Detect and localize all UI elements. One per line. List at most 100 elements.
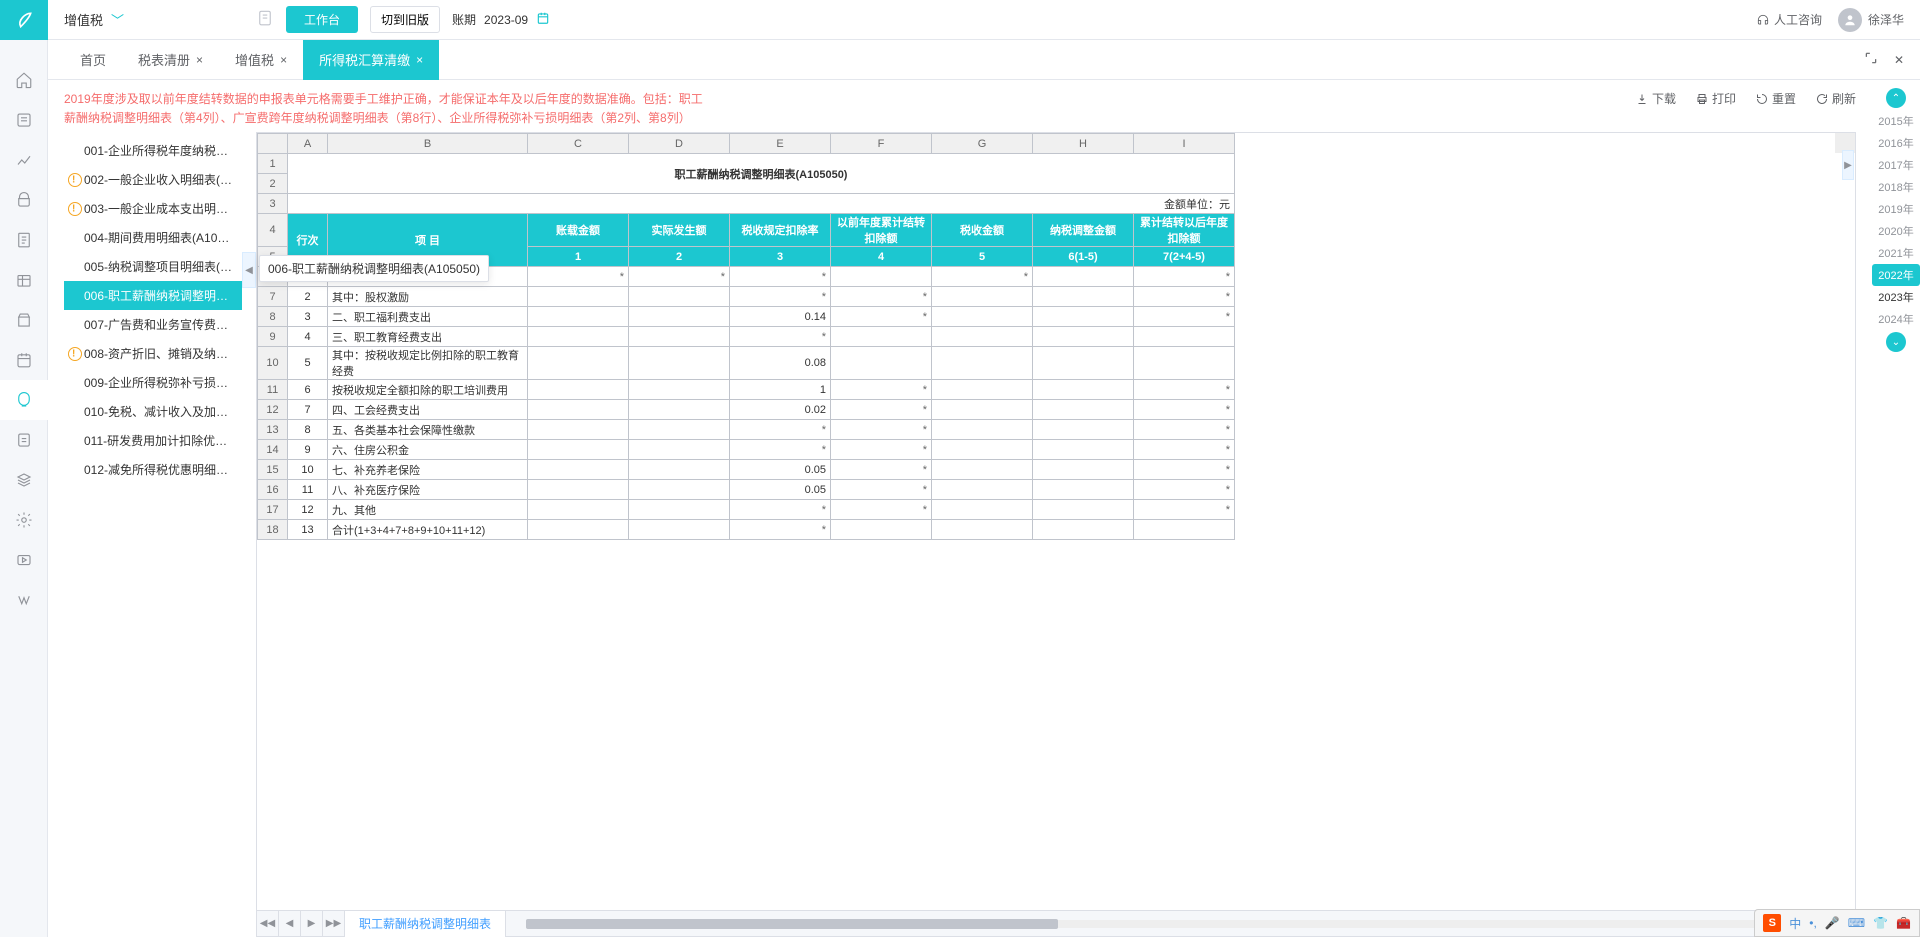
cell-item[interactable]: 七、补充养老保险 — [328, 460, 528, 480]
cell[interactable] — [528, 307, 629, 327]
cell-rowno[interactable]: 13 — [288, 520, 328, 540]
cell[interactable]: * — [831, 380, 932, 400]
row-header[interactable]: 3 — [258, 194, 288, 214]
form-list-item[interactable]: 008-资产折旧、摊销及纳税... — [64, 339, 242, 368]
cell[interactable] — [528, 380, 629, 400]
cell[interactable] — [1033, 267, 1134, 287]
year-down-button[interactable]: ⌄ — [1886, 332, 1906, 352]
cell[interactable] — [629, 460, 730, 480]
cell[interactable] — [1033, 307, 1134, 327]
cell[interactable] — [629, 380, 730, 400]
form-list-item[interactable]: 011-研发费用加计扣除优惠... — [64, 426, 242, 455]
cell[interactable] — [1033, 400, 1134, 420]
close-icon[interactable]: × — [280, 53, 287, 67]
cell[interactable]: * — [730, 420, 831, 440]
year-item[interactable]: 2017年 — [1872, 154, 1919, 176]
form-list-item[interactable]: 004-期间费用明细表(A1040... — [64, 223, 242, 252]
row-header[interactable]: 8 — [258, 307, 288, 327]
cell[interactable]: * — [1134, 480, 1235, 500]
cell[interactable] — [528, 500, 629, 520]
switch-old-button[interactable]: 切到旧版 — [370, 6, 440, 33]
cell[interactable] — [629, 347, 730, 380]
row-header[interactable]: 10 — [258, 347, 288, 380]
cell[interactable] — [629, 520, 730, 540]
cell-item[interactable]: 九、其他 — [328, 500, 528, 520]
cell[interactable] — [629, 307, 730, 327]
cell[interactable]: * — [730, 500, 831, 520]
ime-lang[interactable]: 中 — [1789, 915, 1801, 932]
cell-rowno[interactable]: 8 — [288, 420, 328, 440]
sheet-nav-last-icon[interactable]: ▶▶ — [323, 911, 345, 937]
cell[interactable] — [932, 500, 1033, 520]
cell[interactable] — [932, 460, 1033, 480]
cell[interactable]: * — [730, 520, 831, 540]
cell[interactable]: * — [730, 267, 831, 287]
cell-rowno[interactable]: 12 — [288, 500, 328, 520]
year-item[interactable]: 2019年 — [1872, 198, 1919, 220]
year-up-button[interactable]: ⌃ — [1886, 88, 1906, 108]
form-list-item[interactable]: 005-纳税调整项目明细表(A1... — [64, 252, 242, 281]
cell[interactable] — [1033, 460, 1134, 480]
nav-vip-icon[interactable] — [0, 580, 48, 620]
cell[interactable] — [932, 400, 1033, 420]
cell[interactable]: * — [1134, 380, 1235, 400]
cell[interactable]: 0.14 — [730, 307, 831, 327]
form-list-item[interactable]: 009-企业所得税弥补亏损明... — [64, 368, 242, 397]
close-icon[interactable]: × — [416, 53, 423, 67]
cell[interactable]: * — [831, 460, 932, 480]
cell[interactable] — [1033, 440, 1134, 460]
cell[interactable] — [1033, 480, 1134, 500]
ime-punct-icon[interactable]: •, — [1809, 916, 1817, 930]
cell[interactable]: * — [1134, 400, 1235, 420]
cell[interactable]: 0.05 — [730, 480, 831, 500]
cell[interactable]: * — [1134, 287, 1235, 307]
cell[interactable]: * — [831, 307, 932, 327]
nav-video-icon[interactable] — [0, 540, 48, 580]
cell-item[interactable]: 五、各类基本社会保障性缴款 — [328, 420, 528, 440]
cell-item[interactable]: 八、补充医疗保险 — [328, 480, 528, 500]
year-item[interactable]: 2022年 — [1872, 264, 1919, 286]
nav-archive-icon[interactable] — [0, 460, 48, 500]
cell[interactable]: * — [932, 267, 1033, 287]
nav-report-icon[interactable] — [0, 220, 48, 260]
tab[interactable]: 所得税汇算清缴× — [303, 40, 439, 80]
cell[interactable]: * — [730, 327, 831, 347]
cell[interactable] — [932, 420, 1033, 440]
sheet-nav-next-icon[interactable]: ▶ — [301, 911, 323, 937]
cell[interactable] — [1033, 380, 1134, 400]
expand-right-panel-button[interactable]: ▶ — [1842, 150, 1854, 180]
cell[interactable] — [932, 480, 1033, 500]
cell[interactable]: * — [831, 400, 932, 420]
year-item[interactable]: 2020年 — [1872, 220, 1919, 242]
cell[interactable] — [528, 520, 629, 540]
cell[interactable] — [1033, 287, 1134, 307]
row-header[interactable]: 15 — [258, 460, 288, 480]
row-header[interactable]: 12 — [258, 400, 288, 420]
cell[interactable]: * — [1134, 420, 1235, 440]
cell-item[interactable]: 合计(1+3+4+7+8+9+10+11+12) — [328, 520, 528, 540]
year-item[interactable]: 2021年 — [1872, 242, 1919, 264]
form-list-item[interactable]: 007-广告费和业务宣传费跨... — [64, 310, 242, 339]
tab[interactable]: 增值税× — [219, 40, 303, 80]
nav-data-icon[interactable] — [0, 260, 48, 300]
cell[interactable] — [528, 420, 629, 440]
cell[interactable] — [528, 327, 629, 347]
cell[interactable] — [831, 347, 932, 380]
user-menu[interactable]: 徐泽华 — [1838, 8, 1904, 32]
row-header[interactable]: 18 — [258, 520, 288, 540]
cell[interactable] — [831, 327, 932, 347]
workbench-button[interactable]: 工作台 — [286, 6, 358, 33]
row-header[interactable]: 13 — [258, 420, 288, 440]
cell-item[interactable]: 四、工会经费支出 — [328, 400, 528, 420]
year-item[interactable]: 2023年 — [1872, 286, 1919, 308]
cell-rowno[interactable]: 4 — [288, 327, 328, 347]
cell[interactable]: * — [831, 287, 932, 307]
form-list-item[interactable]: 012-减免所得税优惠明细表(... — [64, 455, 242, 484]
app-logo[interactable] — [0, 0, 48, 40]
ime-keyboard-icon[interactable]: ⌨ — [1848, 916, 1865, 930]
doc-icon[interactable] — [256, 9, 274, 30]
cell[interactable] — [629, 400, 730, 420]
sheet-grid[interactable]: ABCDEFGHI1职工薪酬纳税调整明细表(A105050)23金额单位：元4行… — [257, 133, 1855, 910]
cell[interactable] — [528, 460, 629, 480]
cell[interactable] — [629, 287, 730, 307]
